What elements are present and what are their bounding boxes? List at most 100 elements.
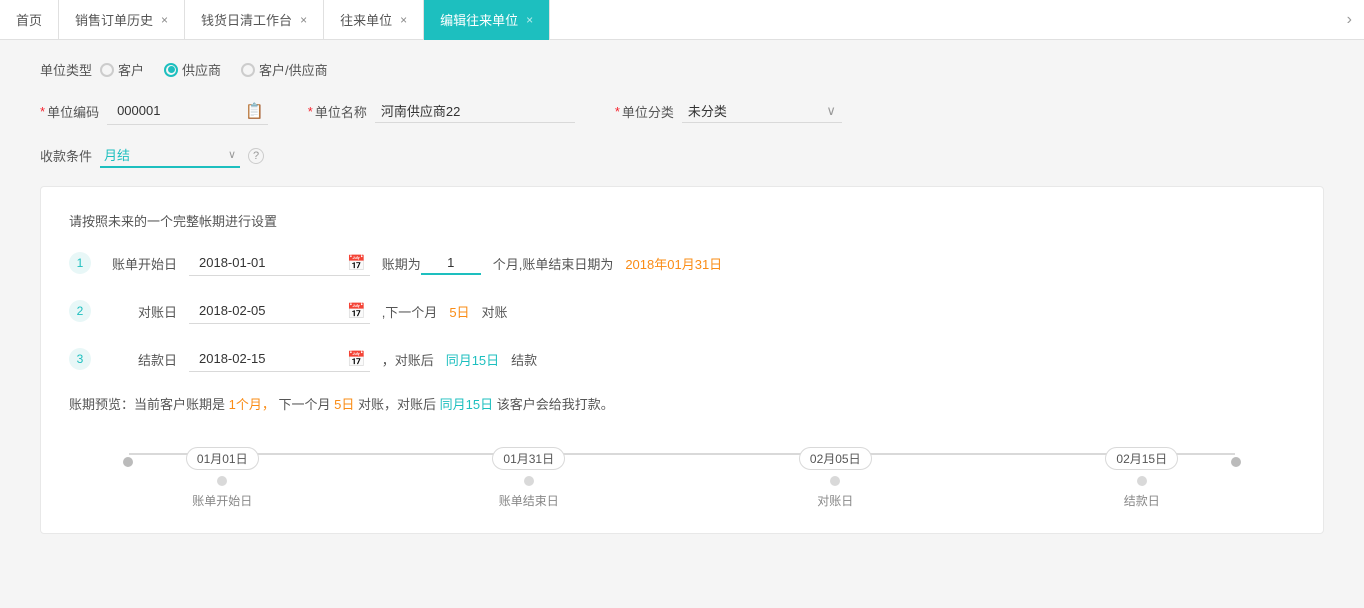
- payment-help-icon[interactable]: ?: [248, 148, 264, 164]
- unit-classify-star: *: [615, 104, 620, 119]
- unit-name-star: *: [308, 104, 313, 119]
- radio-supplier-label: 供应商: [182, 60, 221, 79]
- unit-classify-dropdown[interactable]: 未分类 ∨: [682, 99, 842, 123]
- unit-type-row: 单位类型 客户 供应商 客户/供应商: [40, 60, 1324, 79]
- timeline-label-4: 结款日: [1124, 492, 1160, 509]
- step-2-label: 对账日: [107, 302, 177, 321]
- timeline-point-4: 02月15日 结款日: [989, 447, 1296, 509]
- step-3-date-wrapper: 📅: [189, 346, 370, 372]
- step-3-desc-suffix: 结款: [511, 350, 537, 369]
- main-content: 单位类型 客户 供应商 客户/供应商 * 单位编码 📋 * 单位名称: [0, 40, 1364, 608]
- unit-code-star: *: [40, 104, 45, 119]
- timeline-dot-2: [524, 476, 534, 486]
- tab-home-label: 首页: [16, 10, 42, 29]
- timeline-label-3: 对账日: [817, 492, 853, 509]
- unit-type-radio-group: 客户 供应商 客户/供应商: [100, 60, 328, 79]
- payment-cond-arrow-icon: ∨: [228, 148, 236, 161]
- preview-label: 账期预览：当前客户账期是: [69, 397, 225, 412]
- tab-cash-work-label: 钱货日清工作台: [201, 10, 292, 29]
- period-value-input[interactable]: [421, 252, 481, 275]
- timeline-container: 01月01日 账单开始日 01月31日 账单结束日 02月05日 对账日 02月…: [69, 437, 1295, 509]
- step-1-calendar-icon[interactable]: 📅: [347, 254, 366, 272]
- step-3-desc-prefix: ，对账后: [382, 350, 434, 369]
- step-1-desc-prefix: 账期为: [382, 254, 421, 273]
- radio-customer[interactable]: 客户: [100, 60, 144, 79]
- tab-edit-partner[interactable]: 编辑往来单位 ×: [424, 0, 550, 40]
- tab-sales-history-close[interactable]: ×: [161, 13, 168, 27]
- step-1-label: 账单开始日: [107, 254, 177, 273]
- step-1-num: 1: [69, 252, 91, 274]
- tabs-bar: 首页 销售订单历史 × 钱货日清工作台 × 往来单位 × 编辑往来单位 × ›: [0, 0, 1364, 40]
- step-2-highlight: 5日: [449, 302, 469, 321]
- radio-both[interactable]: 客户/供应商: [241, 60, 328, 79]
- tab-edit-partner-close[interactable]: ×: [526, 13, 533, 27]
- period-settings-box: 请按照未来的一个完整帐期进行设置 1 账单开始日 📅 账期为 个月,账单结束日期…: [40, 186, 1324, 534]
- timeline-label-1: 账单开始日: [192, 492, 252, 509]
- timeline-badge-1: 01月01日: [186, 447, 259, 470]
- radio-supplier[interactable]: 供应商: [164, 60, 221, 79]
- payment-cond-dropdown[interactable]: 月结 ∨: [100, 143, 240, 168]
- tab-cash-work[interactable]: 钱货日清工作台 ×: [185, 0, 324, 40]
- unit-classify-label: 单位分类: [622, 102, 674, 121]
- step-2-date-input[interactable]: [193, 300, 343, 321]
- step-3-num: 3: [69, 348, 91, 370]
- step-2-desc-suffix: 对账: [482, 302, 508, 321]
- payment-cond-label: 收款条件: [40, 146, 92, 165]
- step-2-date-wrapper: 📅: [189, 298, 370, 324]
- timeline-badge-2: 01月31日: [492, 447, 565, 470]
- radio-supplier-circle: [164, 63, 178, 77]
- section-title: 请按照未来的一个完整帐期进行设置: [69, 211, 1295, 230]
- preview-payment: 同月15日: [440, 397, 493, 412]
- tab-partner-close[interactable]: ×: [400, 13, 407, 27]
- step-1-row: 1 账单开始日 📅 账期为 个月,账单结束日期为 2018年01月31日: [69, 250, 1295, 276]
- timeline-point-1: 01月01日 账单开始日: [69, 447, 376, 509]
- step-3-date-input[interactable]: [193, 348, 343, 369]
- step-1-end-date: 2018年01月31日: [625, 254, 722, 273]
- radio-both-circle: [241, 63, 255, 77]
- tab-partner[interactable]: 往来单位 ×: [324, 0, 424, 40]
- timeline-label-2: 账单结束日: [499, 492, 559, 509]
- timeline-dot-1: [217, 476, 227, 486]
- step-3-calendar-icon[interactable]: 📅: [347, 350, 366, 368]
- step-2-calendar-icon[interactable]: 📅: [347, 302, 366, 320]
- step-1-desc-unit: 个月,账单结束日期为: [493, 254, 614, 273]
- step-1-date-input[interactable]: [193, 252, 343, 273]
- unit-code-calendar-icon[interactable]: 📋: [245, 102, 264, 120]
- tab-edit-partner-label: 编辑往来单位: [440, 10, 518, 29]
- unit-classify-value: 未分类: [688, 101, 826, 120]
- step-3-row: 3 结款日 📅 ，对账后 同月15日 结款: [69, 346, 1295, 372]
- unit-type-label: 单位类型: [40, 60, 92, 79]
- timeline-point-3: 02月05日 对账日: [682, 447, 989, 509]
- tab-sales-history-label: 销售订单历史: [75, 10, 153, 29]
- tab-home[interactable]: 首页: [0, 0, 59, 40]
- radio-customer-label: 客户: [118, 60, 144, 79]
- timeline-point-2: 01月31日 账单结束日: [376, 447, 683, 509]
- tab-cash-work-close[interactable]: ×: [300, 13, 307, 27]
- timeline-dot-4: [1137, 476, 1147, 486]
- timeline-dot-3: [830, 476, 840, 486]
- preview-end: 该客户会给我打款。: [497, 397, 614, 412]
- unit-name-input[interactable]: [375, 99, 575, 123]
- preview-reconcile-prefix: 下一个月: [279, 397, 331, 412]
- timeline-badge-3: 02月05日: [799, 447, 872, 470]
- preview-period: 1个月，: [229, 397, 275, 412]
- step-3-label: 结款日: [107, 350, 177, 369]
- unit-name-label: 单位名称: [315, 102, 367, 121]
- tab-sales-history[interactable]: 销售订单历史 ×: [59, 0, 185, 40]
- timeline-left-dot: [123, 457, 133, 467]
- unit-code-input[interactable]: [111, 99, 241, 122]
- timeline-points: 01月01日 账单开始日 01月31日 账单结束日 02月05日 对账日 02月…: [69, 447, 1295, 509]
- unit-info-row: * 单位编码 📋 * 单位名称 * 单位分类 未分类 ∨: [40, 97, 1324, 125]
- payment-cond-value: 月结: [104, 145, 224, 164]
- step-2-desc-prefix: ,下一个月: [382, 302, 438, 321]
- unit-classify-arrow-icon: ∨: [826, 103, 836, 119]
- step-3-highlight: 同月15日: [446, 350, 499, 369]
- unit-code-label: 单位编码: [47, 102, 99, 121]
- tab-more-button[interactable]: ›: [1335, 11, 1364, 29]
- preview-reconcile-day: 5日: [334, 397, 354, 412]
- timeline-badge-4: 02月15日: [1105, 447, 1178, 470]
- payment-cond-row: 收款条件 月结 ∨ ?: [40, 143, 1324, 168]
- unit-code-field-wrapper: 📋: [107, 97, 268, 125]
- radio-customer-circle: [100, 63, 114, 77]
- preview-reconcile-suffix: 对账，对账后: [358, 397, 436, 412]
